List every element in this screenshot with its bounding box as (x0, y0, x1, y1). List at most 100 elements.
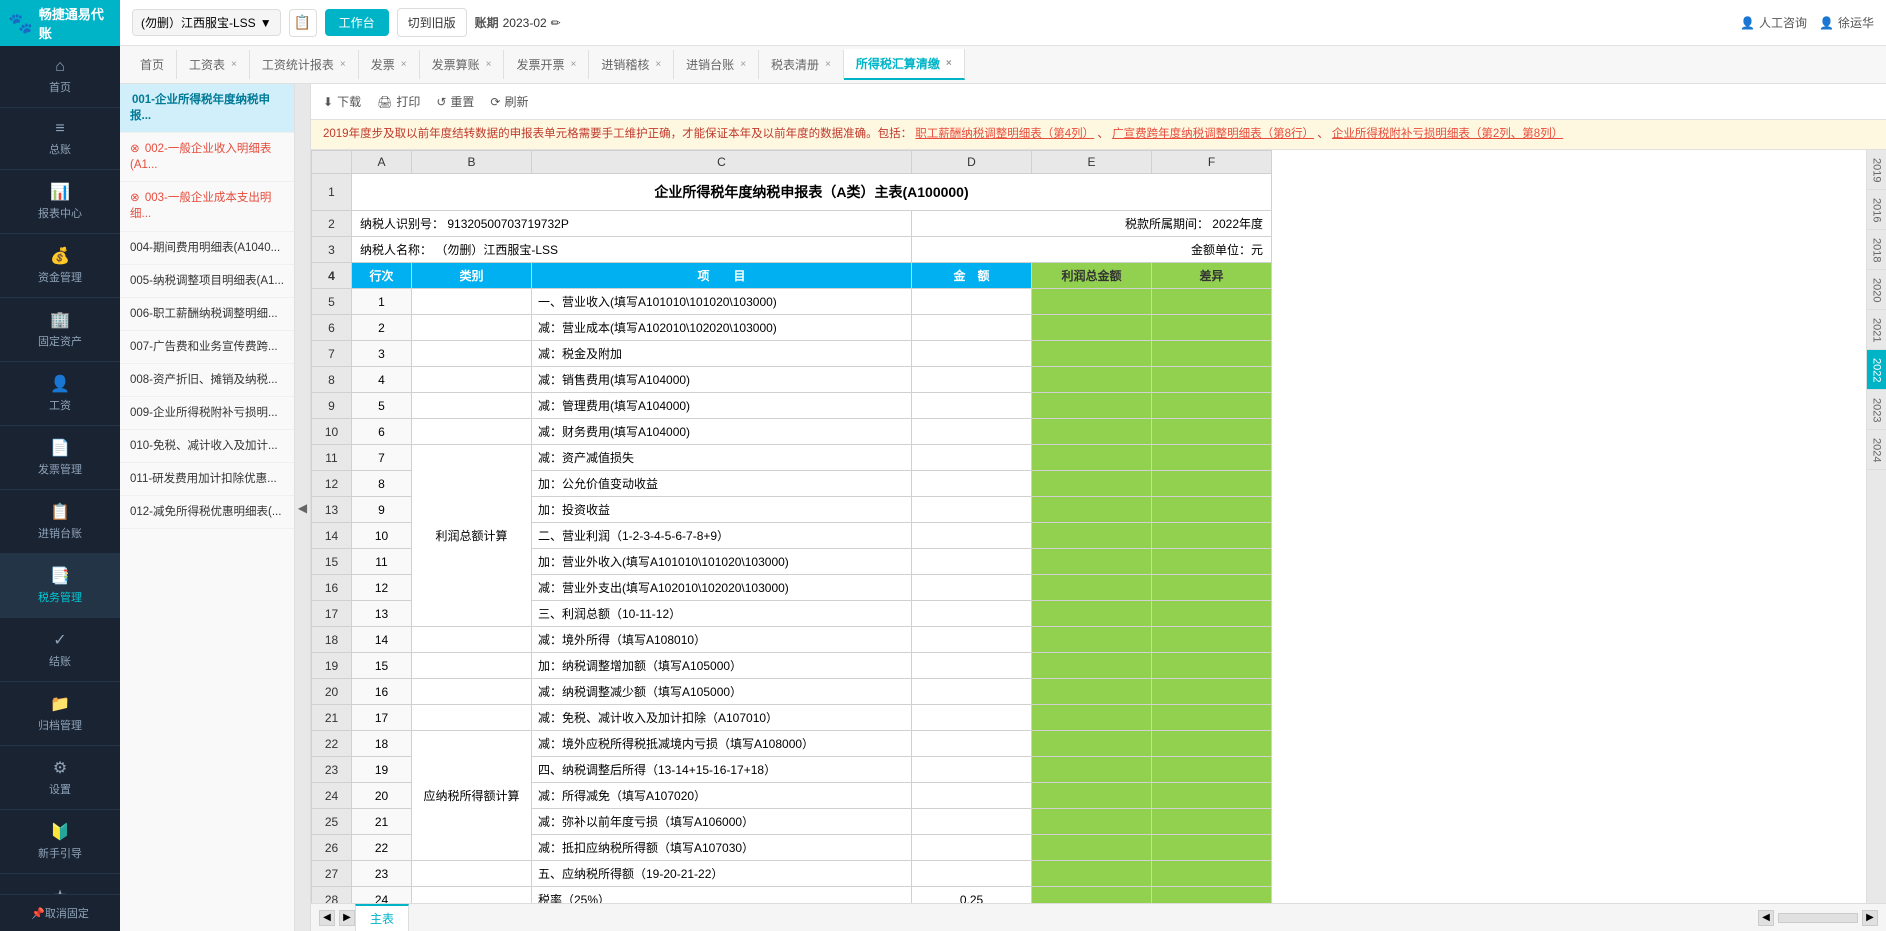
sidebar-item-assets[interactable]: 🏢 固定资产 (0, 298, 120, 362)
sidebar-label-archive: 归档管理 (38, 717, 82, 733)
tab-salary-close[interactable]: × (231, 59, 237, 70)
ledger-icon: ≡ (55, 120, 64, 138)
year-2020[interactable]: 2020 (1867, 270, 1886, 310)
sheet-nav-left[interactable]: ◀ (319, 910, 335, 926)
tab-sales-ledger-close[interactable]: × (740, 59, 746, 70)
year-2024[interactable]: 2024 (1867, 430, 1886, 470)
user-name: 徐运华 (1838, 14, 1874, 31)
left-panel-item-005[interactable]: 005-纳税调整项目明细表(A1... (120, 265, 294, 298)
tab-sales-check[interactable]: 进销稽核 × (589, 50, 674, 79)
tab-salary[interactable]: 工资表 × (177, 50, 250, 79)
tab-tax-clear[interactable]: 税表清册 × (759, 50, 844, 79)
year-2023[interactable]: 2023 (1867, 390, 1886, 430)
tabbar: 首页 工资表 × 工资统计报表 × 发票 × 发票算账 × 发票开票 × (120, 46, 1886, 84)
year-2019[interactable]: 2019 (1867, 150, 1886, 190)
year-2022[interactable]: 2022 (1867, 350, 1886, 390)
sheet-tab-main[interactable]: 主表 (355, 904, 409, 931)
workspace-button[interactable]: 工作台 (325, 9, 389, 36)
sidebar-item-ledger[interactable]: ≡ 总账 (0, 108, 120, 170)
scroll-right-btn[interactable]: ▶ (1862, 910, 1878, 926)
year-2016[interactable]: 2016 (1867, 190, 1886, 230)
scroll-controls: ◀ ▶ (1758, 910, 1878, 926)
sidebar-item-settle[interactable]: ✓ 结账 (0, 618, 120, 682)
tax-icon: 📑 (50, 566, 70, 586)
tab-income-tax[interactable]: 所得税汇算清缴 × (844, 49, 965, 80)
warning-link-2[interactable]: 广宣费跨年度纳税调整明细表（第8行） (1112, 128, 1314, 140)
taxpayer-id-cell: 纳税人识别号： 91320500703719732P (352, 211, 912, 237)
reset-label: 重置 (450, 93, 474, 110)
tab-salary-stat-close[interactable]: × (340, 59, 346, 70)
switch-old-button[interactable]: 切到旧版 (397, 8, 467, 37)
tab-salary-label: 工资表 (189, 56, 225, 73)
print-button[interactable]: 🖨 打印 (377, 93, 420, 110)
warning-bar: 2019年度步及取以前年度结转数据的申报表单元格需要手工维护正确，才能保证本年及… (311, 120, 1886, 150)
left-panel-item-003[interactable]: ⊗ 003-一般企业成本支出明细... (120, 182, 294, 231)
sidebar-item-invoices[interactable]: 📄 发票管理 (0, 426, 120, 490)
left-panel-item-007[interactable]: 007-广告费和业务宣传费跨... (120, 331, 294, 364)
header-col-diff: 差异 (1152, 263, 1272, 289)
ai-icon: 👤 (1740, 16, 1755, 30)
sidebar-item-finance[interactable]: 💰 资金管理 (0, 234, 120, 298)
tab-home[interactable]: 首页 (128, 50, 177, 79)
tab-invoice-open-close[interactable]: × (570, 59, 576, 70)
tab-invoice-open[interactable]: 发票开票 × (504, 50, 589, 79)
year-2021[interactable]: 2021 (1867, 310, 1886, 350)
tab-invoice-calc-close[interactable]: × (486, 59, 492, 70)
sidebar-item-archive[interactable]: 📁 归档管理 (0, 682, 120, 746)
sidebar-item-salary[interactable]: 👤 工资 (0, 362, 120, 426)
refresh-button[interactable]: ⟳ 刷新 (490, 93, 528, 110)
sidebar-item-settings[interactable]: ⚙ 设置 (0, 746, 120, 810)
document-icon-btn[interactable]: 📋 (289, 9, 317, 37)
sidebar-item-reports[interactable]: 📊 报表中心 (0, 170, 120, 234)
sidebar-item-tax[interactable]: 📑 税务管理 (0, 554, 120, 618)
left-panel-item-002[interactable]: ⊗ 002-一般企业收入明细表(A1... (120, 133, 294, 182)
sidebar-item-home[interactable]: ⌂ 首页 (0, 46, 120, 108)
tab-invoice-close[interactable]: × (401, 59, 407, 70)
salary-icon: 👤 (50, 374, 70, 394)
tab-invoice-calc-label: 发票算账 (432, 56, 480, 73)
left-panel-item-010[interactable]: 010-免税、减计收入及加计... (120, 430, 294, 463)
sidebar-item-member[interactable]: ★ 畅会员 (0, 874, 120, 894)
left-panel-item-012[interactable]: 012-减免所得税优惠明细表(... (120, 496, 294, 529)
company-selector[interactable]: (勿删）江西服宝-LSS ▼ (132, 9, 281, 36)
left-panel: 001-企业所得税年度纳税申报... ⊗ 002-一般企业收入明细表(A1...… (120, 84, 295, 931)
left-panel-item-011[interactable]: 011-研发费用加计扣除优惠... (120, 463, 294, 496)
left-panel-item-006[interactable]: 006-职工薪酬纳税调整明细... (120, 298, 294, 331)
finance-icon: 💰 (50, 246, 70, 266)
tab-tax-clear-close[interactable]: × (825, 59, 831, 70)
left-panel-item-008[interactable]: 008-资产折旧、摊销及纳税... (120, 364, 294, 397)
tab-invoice[interactable]: 发票 × (359, 50, 420, 79)
download-label: 下载 (337, 93, 361, 110)
user-profile[interactable]: 👤 徐运华 (1819, 14, 1874, 31)
tab-salary-stat[interactable]: 工资统计报表 × (250, 50, 359, 79)
left-panel-item-001[interactable]: 001-企业所得税年度纳税申报... (120, 84, 294, 133)
tab-sales-check-close[interactable]: × (655, 59, 661, 70)
spreadsheet-container[interactable]: A B C D E F (311, 150, 1866, 903)
sidebar-label-guide: 新手引导 (38, 845, 82, 861)
col-header-A: A (352, 151, 412, 174)
tab-invoice-calc[interactable]: 发票算账 × (420, 50, 505, 79)
pin-button[interactable]: 📌取消固定 (0, 894, 120, 931)
reset-button[interactable]: ↺ 重置 (436, 93, 474, 110)
collapse-panel-button[interactable]: ◀ (295, 84, 311, 931)
sidebar-item-guide[interactable]: 🔰 新手引导 (0, 810, 120, 874)
ai-consult-button[interactable]: 👤 人工咨询 (1740, 14, 1807, 31)
period-selector[interactable]: 账期 2023-02 ✏ (475, 14, 561, 31)
tab-income-tax-close[interactable]: × (946, 58, 952, 69)
left-panel-item-009[interactable]: 009-企业所得税附补亏损明... (120, 397, 294, 430)
right-year-panel: 2019 2016 2018 2020 2021 2022 2023 2024 (1866, 150, 1886, 903)
sheet-nav-right[interactable]: ▶ (339, 910, 355, 926)
left-panel-item-004[interactable]: 004-期间费用明细表(A1040... (120, 232, 294, 265)
warning-link-3[interactable]: 企业所得税附补亏损明细表（第2列、第8列） (1332, 128, 1563, 140)
row-num-2: 2 (312, 211, 352, 237)
sidebar-item-sales[interactable]: 📋 进销台账 (0, 490, 120, 554)
tab-sales-ledger[interactable]: 进销台账 × (674, 50, 759, 79)
horizontal-scrollbar[interactable] (1778, 913, 1858, 923)
header-col-row: 行次 (352, 263, 412, 289)
warning-link-1[interactable]: 职工薪酬纳税调整明细表（第4列） (915, 128, 1094, 140)
scroll-left-btn[interactable]: ◀ (1758, 910, 1774, 926)
year-2018[interactable]: 2018 (1867, 230, 1886, 270)
sidebar-label-finance: 资金管理 (38, 269, 82, 285)
app-logo[interactable]: 🐾 畅捷通易代账 (0, 0, 120, 46)
download-button[interactable]: ⬇ 下载 (323, 93, 361, 110)
